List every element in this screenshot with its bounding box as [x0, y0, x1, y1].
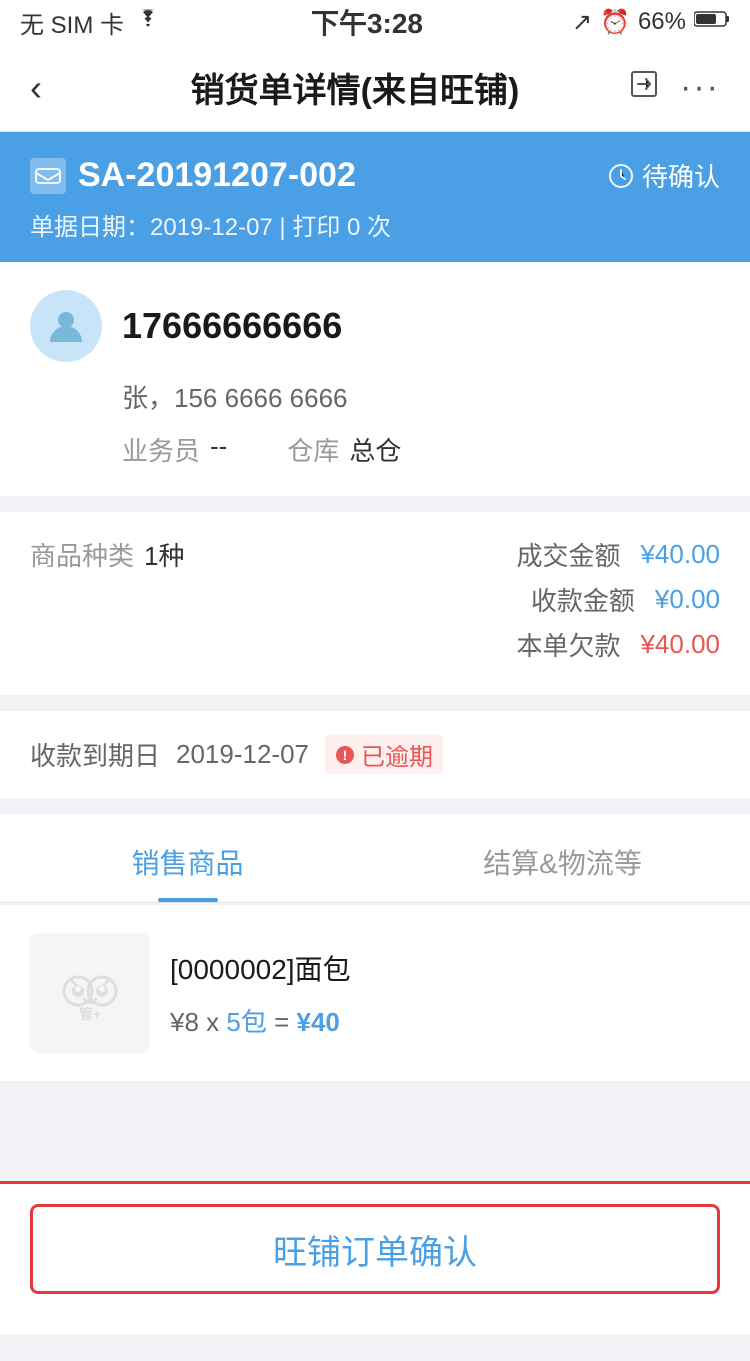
tab-label-1: 销售商品: [131, 848, 243, 879]
customer-card: 17666666666 张，156 6666 6666 业务员 -- 仓库 总仓: [0, 262, 750, 496]
amount-label-2: 收款金额: [531, 581, 635, 618]
status-left: 无 SIM 卡: [20, 5, 162, 40]
tab-settlement[interactable]: 结算&物流等: [375, 814, 750, 902]
more-icon[interactable]: ···: [680, 68, 720, 107]
overdue-text: 已逾期: [361, 737, 433, 772]
product-name: [0000002]面包: [170, 948, 720, 988]
amount-label-3: 本单欠款: [516, 626, 620, 663]
battery-text: 66%: [638, 8, 686, 36]
product-item: 管+ [0000002]面包 ¥8 x 5包 = ¥40: [0, 905, 750, 1081]
product-thumbnail: 管+: [30, 933, 150, 1053]
order-status: 待确认: [608, 157, 720, 194]
location-icon: ↗: [572, 8, 592, 37]
summary-left: 商品种类 1种: [30, 536, 184, 573]
salesperson-label: 业务员: [122, 431, 200, 468]
due-date-card: 收款到期日 2019-12-07 ! 已逾期: [0, 711, 750, 798]
salesperson-value: --: [210, 431, 227, 468]
kind-label: 商品种类: [30, 536, 134, 573]
nav-actions: ···: [620, 68, 720, 108]
customer-header: 17666666666: [30, 290, 720, 362]
product-calc: ¥8 x 5包 = ¥40: [170, 1002, 720, 1039]
confirm-order-button[interactable]: 旺铺订单确认: [30, 1204, 720, 1294]
page-title: 销货单详情(来自旺铺): [90, 63, 620, 112]
tabs-container: 销售商品 结算&物流等: [0, 814, 750, 903]
amount-value-3: ¥40.00: [640, 629, 720, 660]
product-section: 管+ [0000002]面包 ¥8 x 5包 = ¥40: [0, 905, 750, 1081]
carrier-text: 无 SIM 卡: [20, 5, 124, 40]
amount-label-1: 成交金额: [516, 536, 620, 573]
product-price: ¥8 x: [170, 1007, 226, 1037]
product-total: ¥40: [296, 1007, 339, 1037]
customer-phone: 17666666666: [122, 305, 342, 347]
order-id-text: SA-20191207-002: [78, 156, 356, 195]
order-id-container: SA-20191207-002: [30, 156, 356, 195]
svg-text:管+: 管+: [79, 1006, 101, 1022]
customer-name: 张，156 6666 6666: [122, 378, 720, 415]
customer-meta: 业务员 -- 仓库 总仓: [122, 431, 720, 468]
tab-label-2: 结算&物流等: [483, 848, 642, 879]
status-right: ↗ ⏰ 66%: [572, 8, 730, 37]
overdue-badge: ! 已逾期: [325, 735, 443, 774]
product-qty: 5包: [226, 1007, 266, 1037]
tab-sales-products[interactable]: 销售商品: [0, 814, 375, 902]
svg-text:!: !: [343, 747, 348, 763]
order-status-text: 待确认: [642, 157, 720, 194]
status-time: 下午3:28: [311, 2, 423, 42]
salesperson-meta: 业务员 --: [122, 431, 227, 468]
amount-row-2: 收款金额 ¥0.00: [516, 581, 720, 618]
amount-row-3: 本单欠款 ¥40.00: [516, 626, 720, 663]
confirm-button-wrapper: 旺铺订单确认: [0, 1181, 750, 1334]
order-date: 单据日期：2019-12-07 | 打印 0 次: [30, 207, 720, 242]
amount-row-1: 成交金额 ¥40.00: [516, 536, 720, 573]
order-header: SA-20191207-002 待确认 单据日期：2019-12-07 | 打印…: [0, 132, 750, 262]
nav-bar: ‹ 销货单详情(来自旺铺) ···: [0, 44, 750, 132]
amount-value-1: ¥40.00: [640, 539, 720, 570]
wifi-icon: [134, 8, 162, 36]
product-info: [0000002]面包 ¥8 x 5包 = ¥40: [170, 948, 720, 1039]
summary-card: 商品种类 1种 成交金额 ¥40.00 收款金额 ¥0.00 本单欠款 ¥40.…: [0, 512, 750, 695]
summary-right: 成交金额 ¥40.00 收款金额 ¥0.00 本单欠款 ¥40.00: [516, 536, 720, 671]
due-label: 收款到期日: [30, 736, 160, 773]
product-kind: 商品种类 1种: [30, 536, 184, 573]
due-date-value: 2019-12-07: [176, 739, 309, 770]
alarm-icon: ⏰: [600, 8, 630, 37]
status-bar: 无 SIM 卡 下午3:28 ↗ ⏰ 66%: [0, 0, 750, 44]
product-equals: =: [267, 1007, 297, 1037]
warehouse-meta: 仓库 总仓: [287, 431, 401, 468]
battery-icon: [694, 8, 730, 36]
kind-value: 1种: [144, 536, 184, 573]
order-icon: [30, 158, 66, 194]
amount-value-2: ¥0.00: [655, 584, 720, 615]
customer-avatar: [30, 290, 102, 362]
back-button[interactable]: ‹: [30, 67, 90, 109]
warehouse-label: 仓库: [287, 431, 339, 468]
warehouse-value: 总仓: [349, 431, 401, 468]
share-icon[interactable]: [628, 68, 660, 108]
